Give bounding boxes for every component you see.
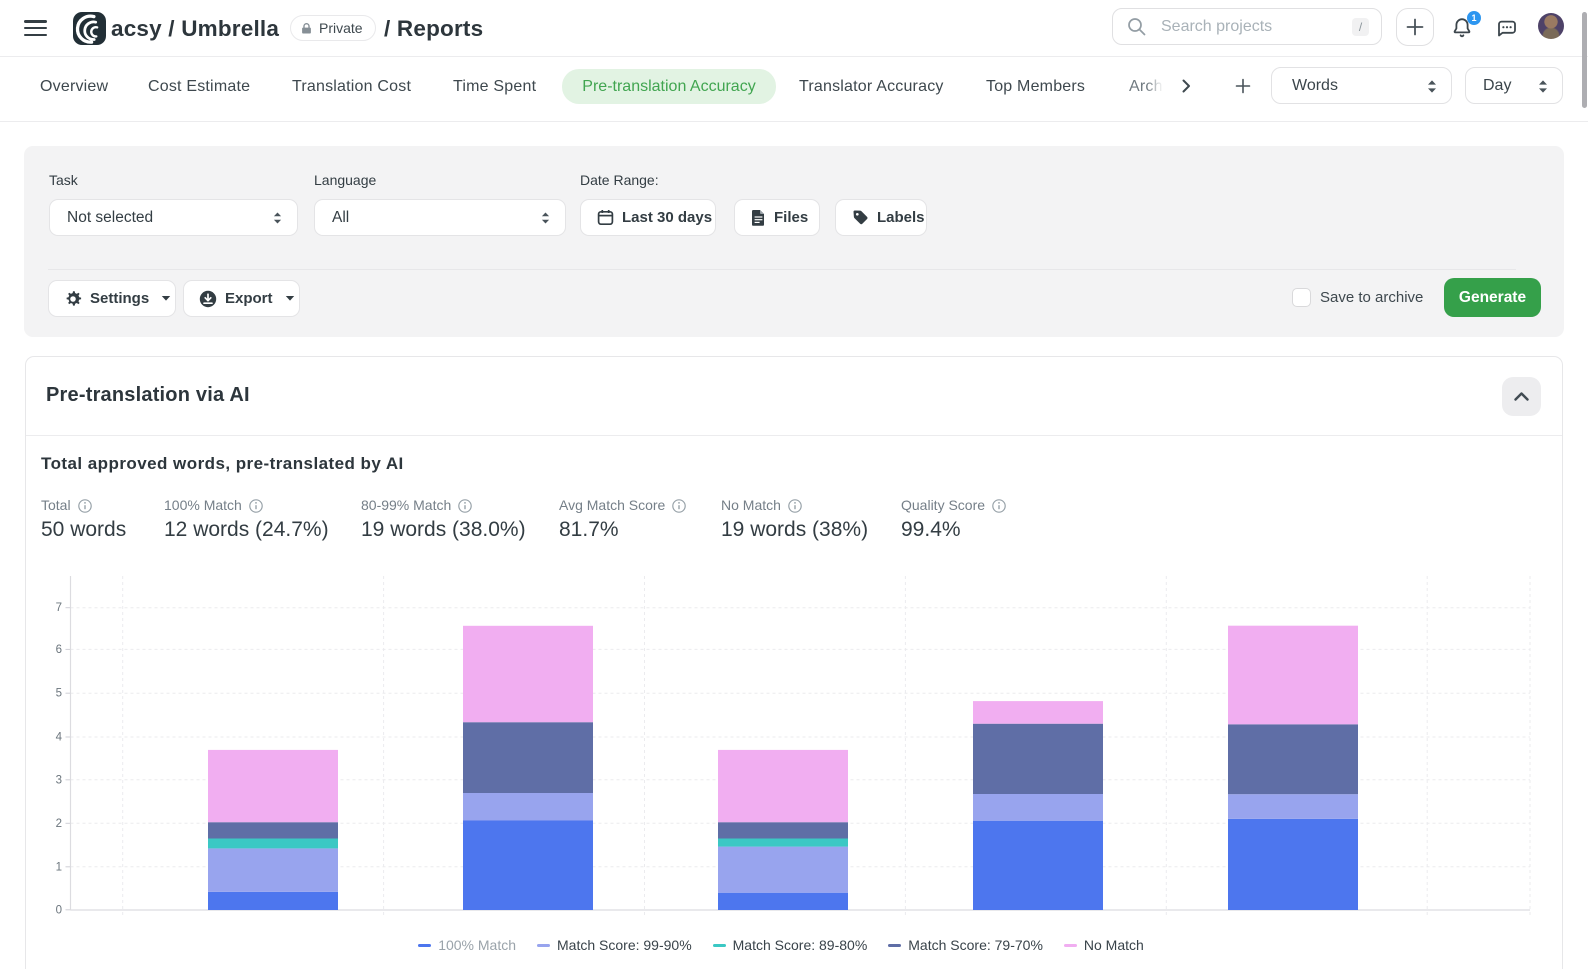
svg-text:3: 3 — [56, 774, 62, 786]
svg-text:6: 6 — [56, 644, 62, 656]
svg-text:0: 0 — [56, 904, 62, 916]
svg-text:4: 4 — [56, 732, 63, 744]
svg-text:7: 7 — [56, 602, 62, 614]
svg-text:1: 1 — [56, 861, 62, 873]
svg-text:2: 2 — [56, 818, 62, 830]
svg-text:5: 5 — [56, 688, 62, 700]
